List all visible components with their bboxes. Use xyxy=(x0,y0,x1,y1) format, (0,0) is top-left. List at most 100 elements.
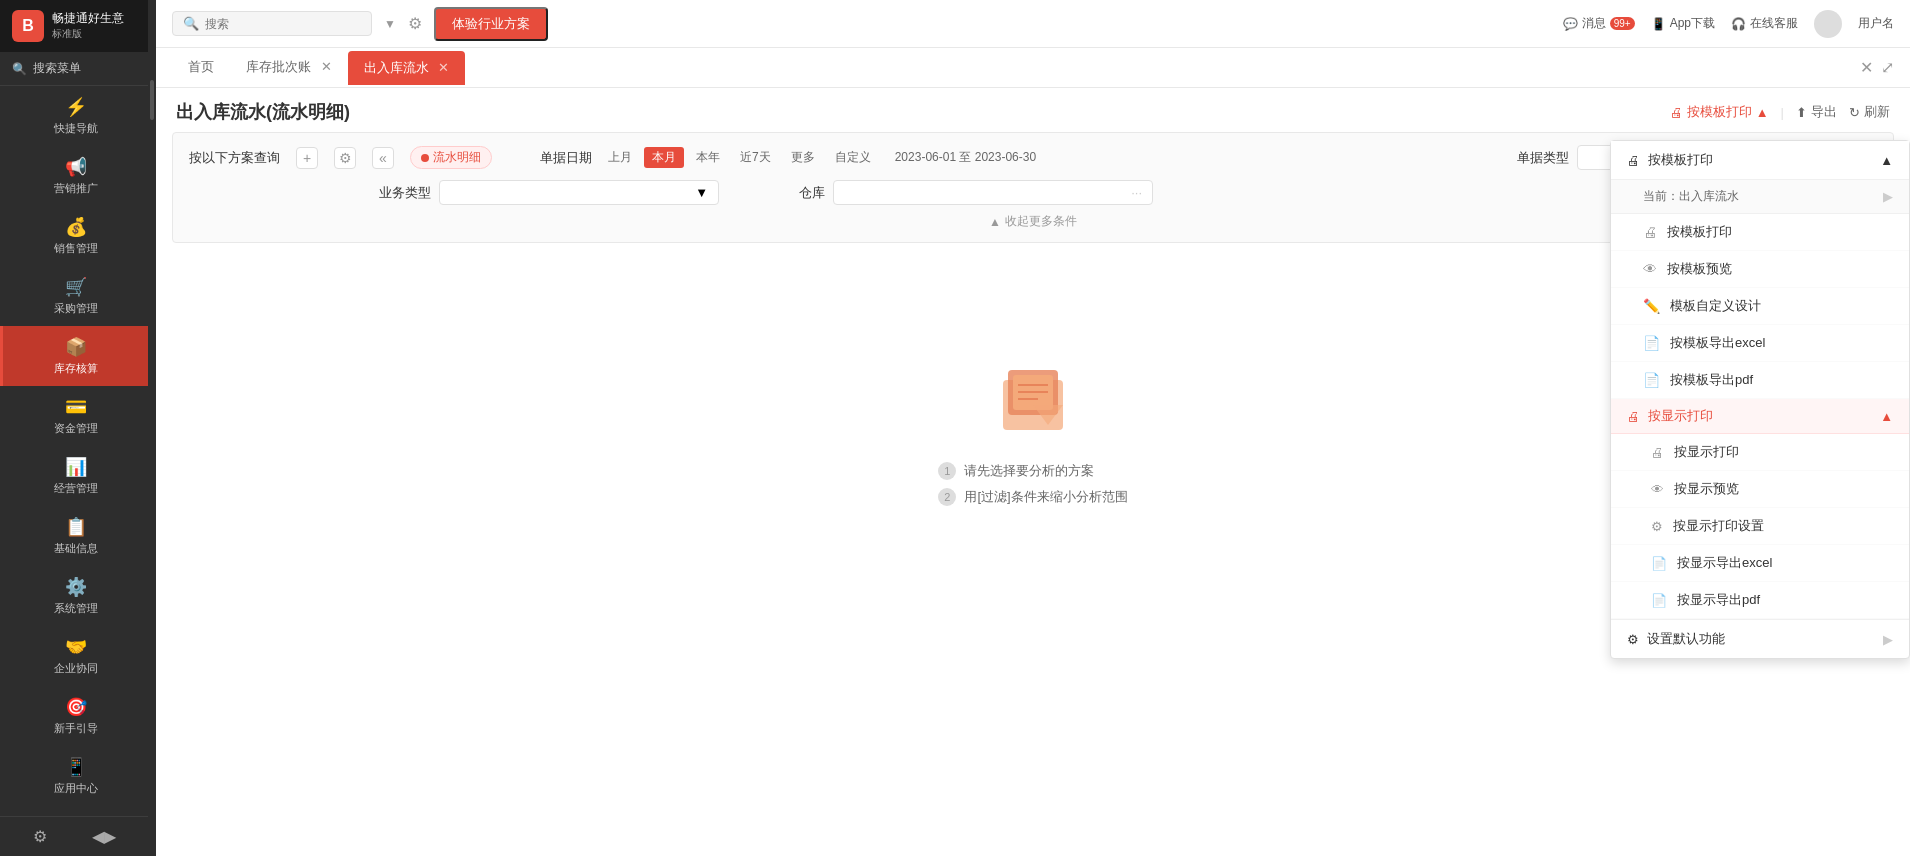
date-custom[interactable]: 自定义 xyxy=(827,147,879,168)
chevron-up-icon-3: ▲ xyxy=(1880,409,1893,424)
voucher-type-label: 单据类型 xyxy=(1517,149,1569,167)
search-dropdown-icon[interactable]: ▼ xyxy=(384,17,396,31)
export-icon: ⬆ xyxy=(1796,105,1807,120)
biz-type-select[interactable]: ▼ xyxy=(439,180,719,205)
search-bar[interactable]: 🔍 xyxy=(172,11,372,36)
dropdown-template-custom[interactable]: ✏️ 模板自定义设计 xyxy=(1611,288,1909,325)
eye-icon: 👁 xyxy=(1643,261,1657,277)
search-icon: 🔍 xyxy=(12,62,27,76)
close-all-tabs-icon[interactable]: ✕ xyxy=(1860,58,1873,77)
date-7days[interactable]: 近7天 xyxy=(732,147,779,168)
display-print-label: 按显示打印 xyxy=(1648,407,1713,425)
collapse-sidebar-btn[interactable]: ◀▶ xyxy=(92,827,116,846)
refresh-btn[interactable]: ↻ 刷新 xyxy=(1849,103,1890,121)
refresh-icon: ↻ xyxy=(1849,105,1860,120)
empty-illustration xyxy=(983,350,1083,450)
sidebar-item-label: 采购管理 xyxy=(54,301,98,316)
expand-tabs-icon[interactable]: ⤢ xyxy=(1881,58,1894,77)
trial-button[interactable]: 体验行业方案 xyxy=(434,7,548,41)
sidebar-item-appcenter[interactable]: 📱 应用中心 xyxy=(0,746,148,806)
biz-type-filter: 业务类型 ▼ xyxy=(379,180,719,205)
sidebar-scrollbar[interactable] xyxy=(148,0,156,856)
dropdown-display-preview[interactable]: 👁 按显示预览 xyxy=(1611,471,1909,508)
sidebar-item-operations[interactable]: 📊 经营管理 xyxy=(0,446,148,506)
search-input[interactable] xyxy=(205,17,345,31)
current-selection-row[interactable]: 当前：出入库流水 ▶ xyxy=(1611,180,1909,214)
user-avatar[interactable] xyxy=(1814,10,1842,38)
date-this-year[interactable]: 本年 xyxy=(688,147,728,168)
page-title: 出入库流水(流水明细) xyxy=(176,100,350,124)
sidebar-scroll-thumb xyxy=(150,80,154,120)
dropdown-display-pdf[interactable]: 📄 按显示导出pdf xyxy=(1611,582,1909,619)
sidebar-item-system[interactable]: ⚙️ 系统管理 xyxy=(0,566,148,626)
dropdown-settings-default[interactable]: ⚙ 设置默认功能 ▶ xyxy=(1611,619,1909,658)
chevron-up-icon: ▲ xyxy=(989,215,1001,229)
sidebar-item-label: 经营管理 xyxy=(54,481,98,496)
template-excel-label: 按模板导出excel xyxy=(1670,334,1765,352)
template-preview-label: 按模板预览 xyxy=(1667,260,1732,278)
date-last-month[interactable]: 上月 xyxy=(600,147,640,168)
settings-footer-btn[interactable]: ⚙ xyxy=(33,827,47,846)
sidebar-item-wechat[interactable]: 💬 企业微信 xyxy=(0,806,148,816)
filter-tag: 流水明细 xyxy=(410,146,492,169)
excel-icon: 📄 xyxy=(1643,335,1660,351)
sidebar-item-purchase[interactable]: 🛒 采购管理 xyxy=(0,266,148,326)
warehouse-select[interactable]: ··· xyxy=(833,180,1153,205)
current-tag: 当前：出入库流水 xyxy=(1643,188,1739,205)
date-range-display: 2023-06-01 至 2023-06-30 xyxy=(895,149,1036,166)
display-print-section[interactable]: 🖨 按显示打印 ▲ xyxy=(1611,399,1909,434)
filter-add-btn[interactable]: + xyxy=(296,147,318,169)
main-area: 🔍 ▼ ⚙ 体验行业方案 💬 消息 99+ 📱 App下载 🎧 在线客服 用户名 xyxy=(156,0,1910,856)
purchase-icon: 🛒 xyxy=(65,276,87,298)
step-num-1: 1 xyxy=(938,462,956,480)
message-action[interactable]: 💬 消息 99+ xyxy=(1563,15,1635,32)
filter-settings-btn[interactable]: ⚙ xyxy=(334,147,356,169)
gear-icon[interactable]: ⚙ xyxy=(408,14,422,33)
tab-home[interactable]: 首页 xyxy=(172,50,230,86)
dropdown-display-print-settings[interactable]: ⚙ 按显示打印设置 xyxy=(1611,508,1909,545)
sidebar-item-sales[interactable]: 💰 销售管理 xyxy=(0,206,148,266)
dropdown-template-print[interactable]: 🖨 按模板打印 xyxy=(1611,214,1909,251)
sidebar-item-marketing[interactable]: 📢 营销推广 xyxy=(0,146,148,206)
excel-sub-icon: 📄 xyxy=(1651,556,1667,571)
dropdown-template-pdf[interactable]: 📄 按模板导出pdf xyxy=(1611,362,1909,399)
printer-icon: 🖨 xyxy=(1670,105,1683,120)
date-more[interactable]: 更多 xyxy=(783,147,823,168)
content-area: 出入库流水(流水明细) 🖨 按模板打印 ▲ | ⬆ 导出 ↻ 刷新 xyxy=(156,88,1910,856)
app-download-action[interactable]: 📱 App下载 xyxy=(1651,15,1715,32)
filter-scheme-label: 按以下方案查询 xyxy=(189,149,280,167)
tab-inventory-flow[interactable]: 出入库流水 ✕ xyxy=(348,51,466,85)
template-print-header[interactable]: 🖨 按模板打印 ▲ xyxy=(1611,141,1909,180)
dropdown-display-excel[interactable]: 📄 按显示导出excel xyxy=(1611,545,1909,582)
display-print-title: 🖨 按显示打印 xyxy=(1627,407,1713,425)
sidebar-item-collab[interactable]: 🤝 企业协同 xyxy=(0,626,148,686)
tab-batch-close[interactable]: ✕ xyxy=(321,59,332,74)
dropdown-template-preview[interactable]: 👁 按模板预览 xyxy=(1611,251,1909,288)
print-template-btn[interactable]: 🖨 按模板打印 ▲ xyxy=(1670,103,1769,121)
display-pdf-label: 按显示导出pdf xyxy=(1677,591,1760,609)
date-this-month[interactable]: 本月 xyxy=(644,147,684,168)
filter-collapse-btn[interactable]: « xyxy=(372,147,394,169)
export-btn[interactable]: ⬆ 导出 xyxy=(1796,103,1837,121)
tab-inventory-close[interactable]: ✕ xyxy=(438,60,449,75)
quick-nav-icon: ⚡ xyxy=(65,96,87,118)
tab-batch-account[interactable]: 库存批次账 ✕ xyxy=(230,50,348,86)
step-num-2: 2 xyxy=(938,488,956,506)
guide-icon: 🎯 xyxy=(65,696,87,718)
sidebar-item-basic[interactable]: 📋 基础信息 xyxy=(0,506,148,566)
sidebar-item-guide[interactable]: 🎯 新手引导 xyxy=(0,686,148,746)
dropdown-template-excel[interactable]: 📄 按模板导出excel xyxy=(1611,325,1909,362)
date-options: 上月 本月 本年 近7天 更多 自定义 xyxy=(600,147,879,168)
biz-dropdown-icon: ▼ xyxy=(695,185,708,200)
search-menu-item[interactable]: 🔍 搜索菜单 xyxy=(0,52,148,86)
sidebar-item-inventory[interactable]: 📦 库存核算 xyxy=(0,326,148,386)
sidebar-item-quick-nav[interactable]: ⚡ 快捷导航 xyxy=(0,86,148,146)
sidebar-item-label: 基础信息 xyxy=(54,541,98,556)
eye-sub-icon: 👁 xyxy=(1651,482,1664,497)
empty-steps: 1 请先选择要分析的方案 2 用[过滤]条件来缩小分析范围 xyxy=(938,462,1127,506)
sidebar-item-finance[interactable]: 💳 资金管理 xyxy=(0,386,148,446)
online-service-action[interactable]: 🎧 在线客服 xyxy=(1731,15,1798,32)
sidebar-item-label: 新手引导 xyxy=(54,721,98,736)
dropdown-display-print[interactable]: 🖨 按显示打印 xyxy=(1611,434,1909,471)
username-label: 用户名 xyxy=(1858,15,1894,32)
